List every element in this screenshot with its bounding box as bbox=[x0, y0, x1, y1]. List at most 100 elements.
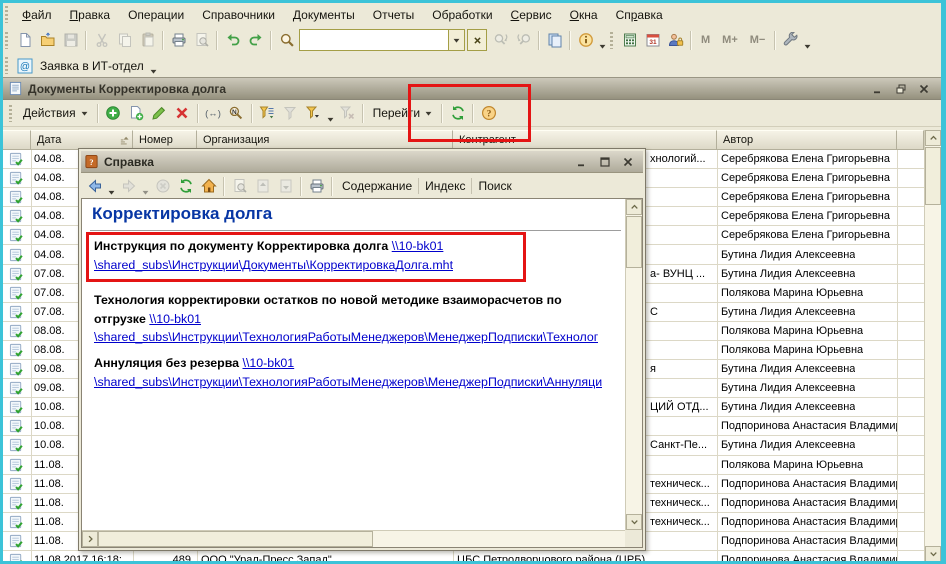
close-button[interactable] bbox=[620, 155, 635, 168]
memory-add-button[interactable]: M+ bbox=[716, 29, 744, 51]
close-button[interactable] bbox=[916, 82, 931, 95]
document-icon bbox=[8, 81, 23, 96]
filter-icon[interactable] bbox=[279, 102, 302, 124]
restore-button[interactable] bbox=[893, 82, 908, 95]
cut-icon[interactable] bbox=[90, 29, 113, 51]
scrollbar-thumb[interactable] bbox=[98, 531, 373, 547]
help-entry-server-link[interactable]: \\10-bk01 bbox=[243, 356, 295, 370]
cell-author: Серебрякова Елена Григорьевна bbox=[721, 210, 890, 223]
scroll-down-icon[interactable] bbox=[626, 514, 642, 530]
memory-subtract-button[interactable]: M− bbox=[744, 29, 772, 51]
combo-dropdown-icon[interactable] bbox=[448, 30, 464, 50]
scroll-right-icon[interactable] bbox=[82, 531, 98, 547]
forward-icon[interactable] bbox=[117, 175, 140, 197]
stop-icon[interactable] bbox=[151, 175, 174, 197]
minimize-button[interactable] bbox=[870, 82, 885, 95]
help-entry-path-link[interactable]: \shared_subs\Инструкции\ТехнологияРаботы… bbox=[94, 328, 598, 347]
document-posted-icon bbox=[9, 285, 24, 300]
scrollbar-thumb[interactable] bbox=[925, 147, 941, 205]
undo-icon[interactable] bbox=[221, 29, 244, 51]
search-button[interactable]: Поиск bbox=[472, 176, 517, 196]
interval-icon[interactable]: (↔) bbox=[202, 102, 225, 124]
menu-item-7[interactable]: Сервис bbox=[502, 4, 561, 26]
chevron-down-icon[interactable] bbox=[106, 173, 117, 200]
help-entry-path-link[interactable]: \shared_subs\Инструкции\ТехнологияРаботы… bbox=[94, 373, 602, 392]
column-header-state[interactable] bbox=[3, 130, 31, 150]
menu-item-1[interactable]: Правка bbox=[61, 4, 120, 26]
find-prev-icon[interactable] bbox=[512, 29, 535, 51]
cell-date: 07.08. bbox=[34, 286, 65, 299]
help-vertical-scrollbar[interactable] bbox=[625, 199, 642, 530]
calendar-icon[interactable]: 31 bbox=[641, 29, 664, 51]
scroll-up-icon[interactable] bbox=[626, 199, 642, 215]
filter-clear-icon[interactable] bbox=[336, 102, 359, 124]
new-document-icon[interactable] bbox=[13, 29, 36, 51]
chevron-down-icon[interactable] bbox=[597, 27, 608, 54]
filter-menu-icon[interactable] bbox=[302, 102, 325, 124]
service-icon[interactable] bbox=[779, 29, 802, 51]
search-input[interactable] bbox=[300, 30, 448, 48]
find-icon[interactable] bbox=[275, 29, 298, 51]
menu-item-6[interactable]: Обработки bbox=[423, 4, 501, 26]
copy-icon[interactable] bbox=[113, 29, 136, 51]
actions-button[interactable]: Действия bbox=[17, 103, 94, 123]
index-button[interactable]: Индекс bbox=[419, 176, 471, 196]
home-icon[interactable] bbox=[197, 175, 220, 197]
open-icon[interactable] bbox=[36, 29, 59, 51]
scrollbar-thumb[interactable] bbox=[626, 216, 642, 268]
chevron-down-icon[interactable] bbox=[140, 173, 151, 200]
help-entry-server-link[interactable]: \\10-bk01 bbox=[149, 312, 201, 326]
scroll-down-icon[interactable] bbox=[925, 546, 941, 562]
cell-author: Бутина Лидия Алексеевна bbox=[721, 382, 856, 395]
calculator-icon[interactable] bbox=[618, 29, 641, 51]
paste-icon[interactable] bbox=[136, 29, 159, 51]
column-header-date[interactable]: Дата bbox=[31, 130, 133, 150]
minimize-button[interactable] bbox=[574, 155, 589, 168]
user-rights-icon[interactable] bbox=[664, 29, 687, 51]
scroll-up-icon[interactable] bbox=[925, 130, 941, 146]
help-horizontal-scrollbar[interactable] bbox=[82, 530, 625, 547]
maximize-button[interactable] bbox=[597, 155, 612, 168]
chevron-down-icon[interactable] bbox=[148, 52, 159, 79]
it-request-icon[interactable]: @ bbox=[13, 55, 36, 77]
edit-icon[interactable] bbox=[148, 102, 171, 124]
preview-icon[interactable] bbox=[190, 29, 213, 51]
memory-recall-button[interactable]: M bbox=[695, 29, 716, 51]
add-icon[interactable] bbox=[102, 102, 125, 124]
find-next-icon[interactable] bbox=[489, 29, 512, 51]
help-entry: Технология корректировки остатков по нов… bbox=[94, 291, 612, 352]
info-icon[interactable] bbox=[574, 29, 597, 51]
clear-search-icon[interactable] bbox=[467, 29, 487, 51]
it-request-label[interactable]: Заявка в ИТ-отдел bbox=[40, 59, 144, 73]
separator bbox=[538, 30, 540, 50]
back-icon[interactable] bbox=[83, 175, 106, 197]
preview-icon[interactable] bbox=[228, 175, 251, 197]
menu-item-9[interactable]: Справка bbox=[607, 4, 672, 26]
column-header-author[interactable]: Автор bbox=[717, 130, 897, 150]
document-posted-icon bbox=[9, 400, 24, 415]
add-copy-icon[interactable] bbox=[125, 102, 148, 124]
redo-icon[interactable] bbox=[244, 29, 267, 51]
menu-item-3[interactable]: Справочники bbox=[193, 4, 284, 26]
page-down-icon[interactable] bbox=[274, 175, 297, 197]
chevron-down-icon[interactable] bbox=[802, 27, 813, 54]
menu-item-8[interactable]: Окна bbox=[561, 4, 607, 26]
copy-buffer-icon[interactable] bbox=[543, 29, 566, 51]
chevron-down-icon[interactable] bbox=[325, 100, 336, 127]
delete-icon[interactable] bbox=[171, 102, 194, 124]
contents-button[interactable]: Содержание bbox=[336, 176, 418, 196]
menu-item-4[interactable]: Документы bbox=[284, 4, 364, 26]
table-vertical-scrollbar[interactable] bbox=[924, 130, 941, 562]
find-number-icon[interactable]: N bbox=[225, 102, 248, 124]
filter-sort-icon[interactable] bbox=[256, 102, 279, 124]
refresh-icon[interactable] bbox=[174, 175, 197, 197]
help-window-titlebar[interactable]: ? Справка bbox=[81, 151, 643, 173]
column-header-number[interactable]: Номер bbox=[133, 130, 197, 150]
menu-item-0[interactable]: Файл bbox=[13, 4, 61, 26]
page-up-icon[interactable] bbox=[251, 175, 274, 197]
menu-item-5[interactable]: Отчеты bbox=[364, 4, 423, 26]
menu-item-2[interactable]: Операции bbox=[119, 4, 193, 26]
print-icon[interactable] bbox=[167, 29, 190, 51]
print-icon[interactable] bbox=[305, 175, 328, 197]
save-icon[interactable] bbox=[59, 29, 82, 51]
